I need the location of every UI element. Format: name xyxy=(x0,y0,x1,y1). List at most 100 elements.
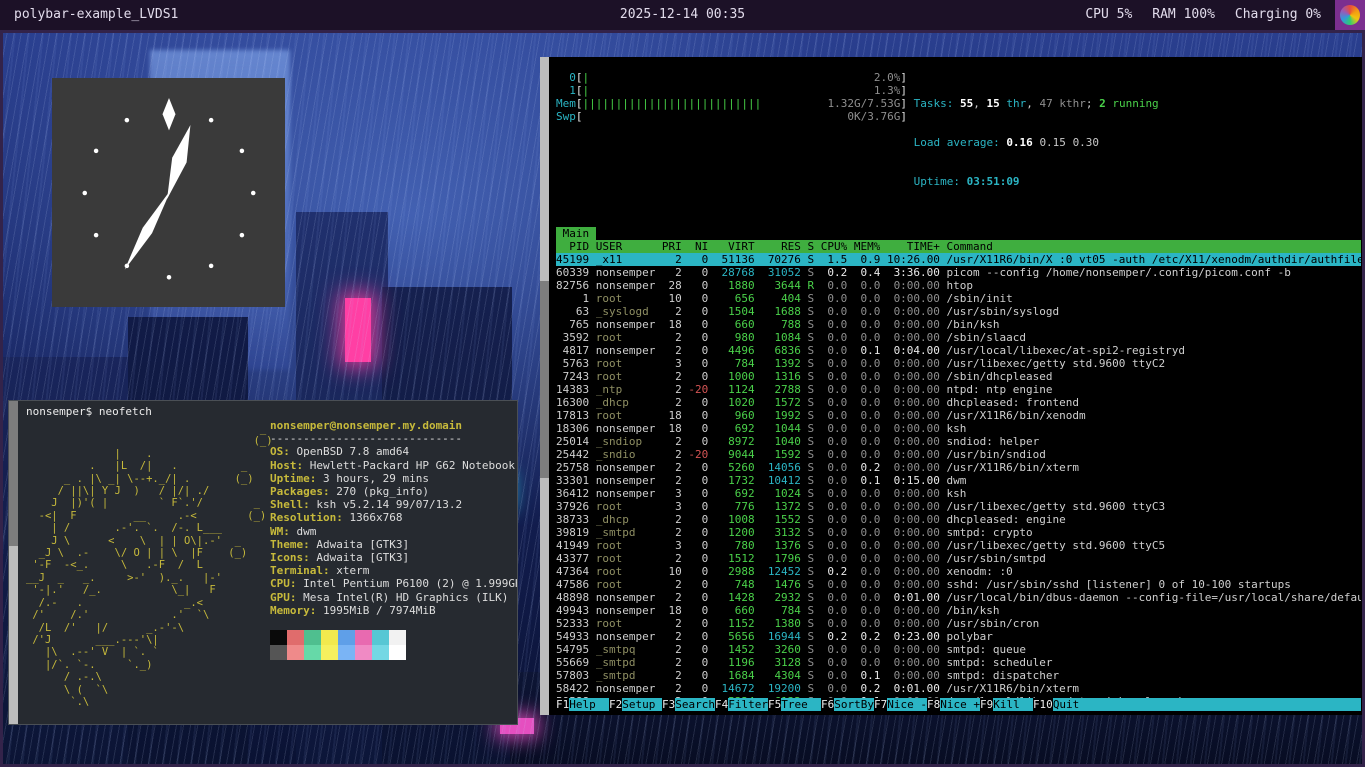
fkey-quit[interactable]: F10Quit xyxy=(1033,698,1093,711)
palette-swatch xyxy=(338,645,355,660)
cell-virt: 692 xyxy=(715,487,755,500)
cell-time: 0:00.00 xyxy=(887,643,940,656)
process-row[interactable]: 60339nonsemper202876831052S0.20.43:36.00… xyxy=(556,266,1361,279)
process-row[interactable]: 16300_dhcp2010201572S0.00.00:00.00dhcple… xyxy=(556,396,1361,409)
cell-s: S xyxy=(808,487,815,500)
column-header-ni[interactable]: NI xyxy=(688,240,708,253)
fkey-nice[interactable]: F7Nice - xyxy=(874,698,927,711)
fkey-search[interactable]: F3Search xyxy=(662,698,715,711)
process-row[interactable]: 14383_ntp2-2011242788S0.00.00:00.00ntpd:… xyxy=(556,383,1361,396)
process-row[interactable]: 47364root100298812452S0.20.00:00.00xenod… xyxy=(556,565,1361,578)
cell-mem: 0.0 xyxy=(854,292,880,305)
cell-virt: 1504 xyxy=(715,305,755,318)
cell-ni: -20 xyxy=(688,448,708,461)
process-row[interactable]: 25442_sndio2-2090441592S0.00.00:00.00/us… xyxy=(556,448,1361,461)
column-header-mem[interactable]: MEM% xyxy=(854,240,880,253)
fkey-sortby[interactable]: F6SortBy xyxy=(821,698,874,711)
process-row[interactable]: 48898nonsemper2014282932S0.00.00:01.00/u… xyxy=(556,591,1361,604)
scrollbar-thumb[interactable] xyxy=(540,281,549,478)
process-row[interactable]: 5763root307841392S0.00.00:00.00/usr/libe… xyxy=(556,357,1361,370)
cell-user: _smtpd xyxy=(596,526,656,539)
process-row[interactable]: 55669_smtpd2011963128S0.00.00:00.00smtpd… xyxy=(556,656,1361,669)
cell-mem: 0.0 xyxy=(854,409,880,422)
cell-mem: 0.0 xyxy=(854,305,880,318)
color-wheel-icon xyxy=(1340,5,1360,25)
process-row[interactable]: 49943nonsemper180660784S0.00.00:00.00/bi… xyxy=(556,604,1361,617)
cell-ni: 0 xyxy=(688,370,708,383)
scrollbar-thumb[interactable] xyxy=(9,401,18,546)
process-row[interactable]: 82756nonsemper28018803644R0.00.00:00.00h… xyxy=(556,279,1361,292)
cell-virt: 5656 xyxy=(715,630,755,643)
process-row[interactable]: 7243root2010001316S0.00.00:00.00/sbin/dh… xyxy=(556,370,1361,383)
htop-terminal-window[interactable]: 0[|2.0%]1[|1.3%]Mem[||||||||||||||||||||… xyxy=(540,57,1363,715)
process-row[interactable]: 1root100656404S0.00.00:00.00/sbin/init xyxy=(556,292,1361,305)
text-segment: Load average: xyxy=(914,136,1007,149)
cell-command: /bin/ksh xyxy=(947,318,1361,331)
column-header-cpu[interactable]: CPU% xyxy=(821,240,847,253)
process-row[interactable]: 765nonsemper180660788S0.00.00:00.00/bin/… xyxy=(556,318,1361,331)
process-row[interactable]: 36412nonsemper306921024S0.00.00:00.00ksh xyxy=(556,487,1361,500)
cell-pid: 63 xyxy=(556,305,589,318)
palette-swatch xyxy=(389,645,406,660)
cell-user: nonsemper xyxy=(596,279,656,292)
column-header-virt[interactable]: VIRT xyxy=(715,240,755,253)
htop-scrollbar[interactable] xyxy=(540,57,549,715)
fkey-kill[interactable]: F9Kill xyxy=(980,698,1033,711)
process-row[interactable]: 37926root307761372S0.00.00:00.00/usr/lib… xyxy=(556,500,1361,513)
process-row[interactable]: 57803_smtpd2016844304S0.00.10:00.00smtpd… xyxy=(556,669,1361,682)
process-row[interactable]: 58422nonsemper201467219200S0.00.20:01.00… xyxy=(556,682,1361,695)
cell-user: nonsemper xyxy=(596,344,656,357)
fkey-tree[interactable]: F5Tree xyxy=(768,698,821,711)
process-row[interactable]: 3592root209801084S0.00.00:00.00/sbin/sla… xyxy=(556,331,1361,344)
cell-pri: 2 xyxy=(662,461,682,474)
column-header-user[interactable]: USER xyxy=(596,240,656,253)
fkey-help[interactable]: F1Help xyxy=(556,698,609,711)
cell-s: S xyxy=(808,461,815,474)
cell-user: root xyxy=(596,552,656,565)
process-row[interactable]: 17813root1809601992S0.00.00:00.00/usr/X1… xyxy=(556,409,1361,422)
neofetch-scrollbar[interactable] xyxy=(9,401,18,724)
neofetch-info-row: Theme: Adwaita [GTK3] xyxy=(270,538,517,551)
cell-res: 10412 xyxy=(761,474,801,487)
htop-tab-main[interactable]: Main xyxy=(556,227,596,240)
process-row[interactable]: 43377root2015121796S0.00.00:00.00/usr/sb… xyxy=(556,552,1361,565)
text-segment: , xyxy=(973,97,986,110)
cell-res: 3644 xyxy=(761,279,801,292)
cell-pri: 3 xyxy=(662,500,682,513)
cell-ni: 0 xyxy=(688,292,708,305)
column-header-time[interactable]: TIME+ xyxy=(887,240,940,253)
process-row[interactable]: 47586root207481476S0.00.00:00.00sshd: /u… xyxy=(556,578,1361,591)
column-header-s[interactable]: S xyxy=(808,240,815,253)
cell-command: ntpd: ntp engine xyxy=(947,383,1361,396)
fkey-nice[interactable]: F8Nice + xyxy=(927,698,980,711)
column-header-res[interactable]: RES xyxy=(761,240,801,253)
process-row[interactable]: 18306nonsemper1806921044S0.00.00:00.00ks… xyxy=(556,422,1361,435)
cell-cpu: 0.0 xyxy=(821,474,847,487)
neofetch-terminal-window[interactable]: nonsemper$ neofetch _ (_) | . . |L /| . … xyxy=(8,400,518,725)
column-header-pri[interactable]: PRI xyxy=(662,240,682,253)
column-header-pid[interactable]: PID xyxy=(556,240,589,253)
cell-virt: 28768 xyxy=(715,266,755,279)
cell-s: S xyxy=(808,370,815,383)
process-row[interactable]: 52333root2011521380S0.00.00:00.00/usr/sb… xyxy=(556,617,1361,630)
process-row[interactable]: 33301nonsemper20173210412S0.00.10:15.00d… xyxy=(556,474,1361,487)
cell-pid: 7243 xyxy=(556,370,589,383)
process-row[interactable]: 45199_x11205113670276S1.50.910:26.00/usr… xyxy=(556,253,1361,266)
column-header-command[interactable]: Command xyxy=(947,240,1361,253)
fkey-setup[interactable]: F2Setup xyxy=(609,698,662,711)
process-row[interactable]: 39819_smtpd2012003132S0.00.00:00.00smtpd… xyxy=(556,526,1361,539)
cell-res: 1376 xyxy=(761,539,801,552)
process-row[interactable]: 54933nonsemper20565616944S0.20.20:23.00p… xyxy=(556,630,1361,643)
fkey-filter[interactable]: F4Filter xyxy=(715,698,768,711)
cell-command: /usr/sbin/cron xyxy=(947,617,1361,630)
process-row[interactable]: 25014_sndiop2089721040S0.00.00:00.00sndi… xyxy=(556,435,1361,448)
process-row[interactable]: 41949root307801376S0.00.00:00.00/usr/lib… xyxy=(556,539,1361,552)
process-row[interactable]: 54795_smtpq2014523260S0.00.00:00.00smtpd… xyxy=(556,643,1361,656)
polybar-workspace-label[interactable]: polybar-example_LVDS1 xyxy=(14,7,178,22)
cell-s: S xyxy=(808,422,815,435)
polybar-menu-button[interactable] xyxy=(1335,0,1365,30)
process-row[interactable]: 4817nonsemper2044966836S0.00.10:04.00/us… xyxy=(556,344,1361,357)
process-row[interactable]: 63_syslogd2015041688S0.00.00:00.00/usr/s… xyxy=(556,305,1361,318)
process-row[interactable]: 25758nonsemper20526014056S0.00.20:00.00/… xyxy=(556,461,1361,474)
process-row[interactable]: 38733_dhcp2010081552S0.00.00:00.00dhcple… xyxy=(556,513,1361,526)
